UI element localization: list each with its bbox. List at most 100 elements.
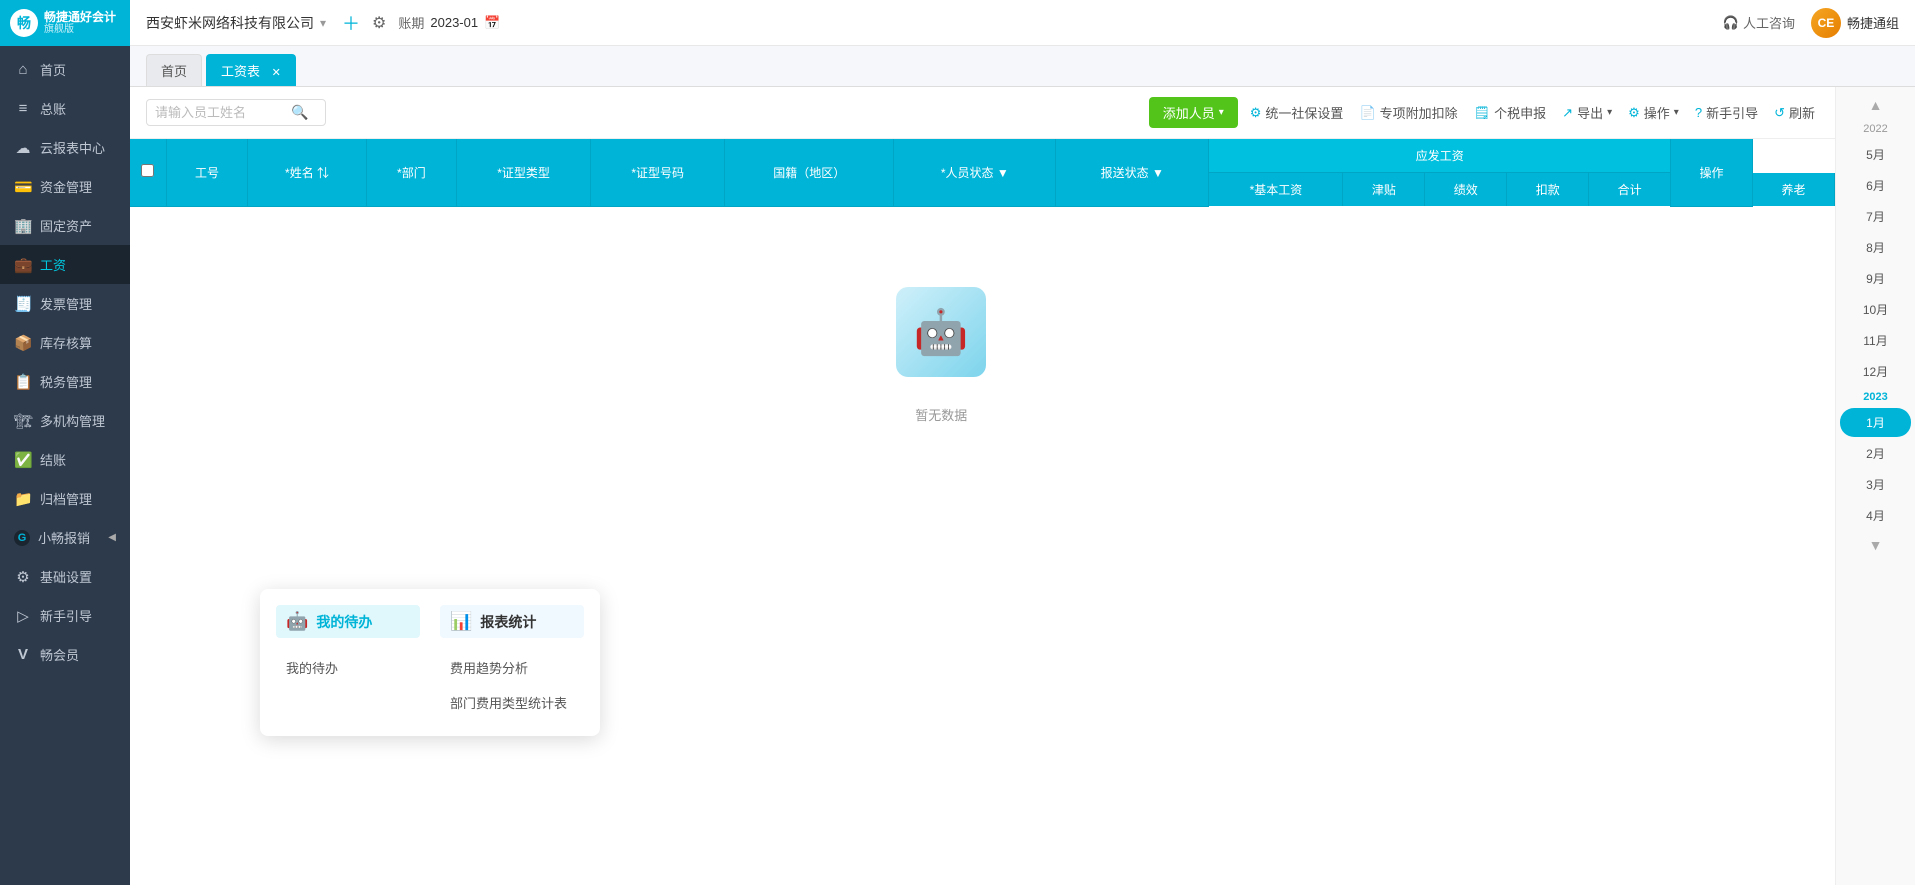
search-icon[interactable]: 🔍: [291, 104, 308, 121]
close-tab-icon[interactable]: ✕: [272, 67, 281, 79]
popup-report-item-2[interactable]: 部门费用类型统计表: [440, 685, 584, 720]
sidebar-item-guide[interactable]: ▷ 新手引导: [0, 596, 130, 635]
calendar-month-10[interactable]: 10月: [1840, 295, 1911, 324]
refresh-icon: ↺: [1774, 105, 1785, 121]
sidebar-item-archive[interactable]: 📁 归档管理: [0, 479, 130, 518]
tax-report-action[interactable]: 🗒 个税申报: [1470, 103, 1551, 122]
calendar-month-3[interactable]: 3月: [1840, 470, 1911, 499]
todo-icon: 🤖: [286, 611, 308, 632]
tax-icon: 📋: [14, 373, 32, 391]
period-selector: 账期 2023-01 📅: [398, 13, 500, 32]
tab-home[interactable]: 首页: [146, 54, 202, 86]
sidebar-item-label: 基础设置: [40, 567, 92, 586]
ledger-icon: ≡: [14, 100, 32, 117]
sidebar-item-label: 税务管理: [40, 372, 92, 391]
document-icon: 📄: [1359, 105, 1375, 121]
salary-icon: 💼: [14, 256, 32, 274]
company-selector[interactable]: 西安虾米网络科技有限公司 ▾: [146, 13, 326, 33]
th-operation: 操作: [1671, 139, 1753, 206]
sidebar-item-cloud-report[interactable]: ☁ 云报表中心: [0, 128, 130, 167]
calendar-icon[interactable]: 📅: [484, 15, 500, 31]
popup-report-item-1[interactable]: 费用趋势分析: [440, 650, 584, 685]
invoice-icon: 🧾: [14, 295, 32, 313]
add-person-button[interactable]: 添加人员 ▾: [1149, 97, 1238, 128]
home-icon: ⌂: [14, 61, 32, 78]
calendar-month-5[interactable]: 5月: [1840, 140, 1911, 169]
popup-todo-header[interactable]: 🤖 我的待办: [276, 605, 420, 638]
report-icon: G: [14, 530, 30, 546]
add-company-icon[interactable]: ＋: [342, 10, 360, 36]
fund-icon: 💳: [14, 178, 32, 196]
archive-icon: 📁: [14, 490, 32, 508]
guide-action[interactable]: ? 新手引导: [1691, 103, 1762, 122]
th-total: 合计: [1589, 173, 1671, 207]
refresh-action[interactable]: ↺ 刷新: [1770, 103, 1819, 122]
calendar-next-button[interactable]: ▼: [1867, 535, 1885, 555]
main-content: 西安虾米网络科技有限公司 ▾ ＋ ⚙ 账期 2023-01 📅 🎧 人工咨询 C…: [130, 0, 1915, 885]
th-nationality: 国籍（地区）: [725, 139, 894, 206]
th-report-status: 报送状态 ▼: [1056, 139, 1209, 206]
basic-icon: ⚙: [14, 568, 32, 586]
salary-table: 工号 *姓名 ⇅ *部门 *证型类型 *证型号码 国籍（地区） *人员状态 ▼ …: [130, 139, 1835, 504]
sidebar-item-ledger[interactable]: ≡ 总账: [0, 89, 130, 128]
popup-todo-item[interactable]: 我的待办: [276, 650, 420, 685]
th-allowance: 津贴: [1343, 173, 1425, 207]
topbar-right: 🎧 人工咨询 CE 畅捷通组: [1723, 8, 1899, 38]
popup-col-todo: 🤖 我的待办 我的待办: [276, 605, 420, 720]
sidebar-item-member[interactable]: V 畅会员: [0, 635, 130, 674]
settings-icon[interactable]: ⚙: [372, 13, 386, 33]
sidebar-item-label: 小畅报销: [38, 528, 90, 547]
sidebar-item-label: 畅会员: [40, 645, 79, 664]
calendar-month-6[interactable]: 6月: [1840, 171, 1911, 200]
sidebar-item-fund[interactable]: 💳 资金管理: [0, 167, 130, 206]
calendar-month-12[interactable]: 12月: [1840, 357, 1911, 386]
search-input[interactable]: [155, 105, 285, 120]
headset-icon: 🎧: [1723, 15, 1739, 31]
calendar-month-7[interactable]: 7月: [1840, 202, 1911, 231]
sidebar-item-tax[interactable]: 📋 税务管理: [0, 362, 130, 401]
sidebar-item-invoice[interactable]: 🧾 发票管理: [0, 284, 130, 323]
service-button[interactable]: 🎧 人工咨询: [1723, 13, 1795, 32]
sidebar: 畅 畅捷通好会计 旗舰版 ⌂ 首页 ≡ 总账 ☁ 云报表中心 💳 资金管理 🏢 …: [0, 0, 130, 885]
sidebar-item-label: 总账: [40, 99, 66, 118]
sidebar-item-label: 多机构管理: [40, 411, 105, 430]
operation-action[interactable]: ⚙ 操作 ▾: [1624, 103, 1683, 122]
calendar-month-8[interactable]: 8月: [1840, 233, 1911, 262]
calendar-panel: ▲ 2022 5月 6月 7月 8月 9月 10月 11月 12月 2023 1…: [1835, 87, 1915, 885]
popup-report-header[interactable]: 📊 报表统计: [440, 605, 584, 638]
tab-salary[interactable]: 工资表 ✕: [206, 54, 296, 86]
sidebar-item-salary[interactable]: 💼 工资: [0, 245, 130, 284]
user-menu[interactable]: CE 畅捷通组: [1811, 8, 1899, 38]
calendar-nav-up: ▲: [1836, 91, 1915, 119]
guide-icon: ▷: [14, 607, 32, 625]
inventory-icon: 📦: [14, 334, 32, 352]
th-id-type: *证型类型: [457, 139, 591, 206]
calendar-month-2[interactable]: 2月: [1840, 439, 1911, 468]
export-action[interactable]: ↗ 导出 ▾: [1558, 103, 1616, 122]
sidebar-item-label: 云报表中心: [40, 138, 105, 157]
sidebar-item-basic[interactable]: ⚙ 基础设置: [0, 557, 130, 596]
special-deduction-action[interactable]: 📄 专项附加扣除: [1355, 103, 1461, 122]
sidebar-item-label: 工资: [40, 255, 66, 274]
sidebar-item-report[interactable]: G 小畅报销 ◀: [0, 518, 130, 557]
sidebar-item-label: 发票管理: [40, 294, 92, 313]
sidebar-item-home[interactable]: ⌂ 首页: [0, 50, 130, 89]
sidebar-item-label: 结账: [40, 450, 66, 469]
sidebar-logo: 畅 畅捷通好会计 旗舰版: [0, 0, 130, 46]
calendar-nav-down: ▼: [1836, 531, 1915, 559]
calendar-prev-button[interactable]: ▲: [1867, 95, 1885, 115]
content-area: 🔍 添加人员 ▾ ⚙ 统一社保设置 📄 专项附加扣除: [130, 87, 1915, 885]
sidebar-item-assets[interactable]: 🏢 固定资产: [0, 206, 130, 245]
calendar-month-1[interactable]: 1月: [1840, 408, 1911, 437]
th-person-status: *人员状态 ▼: [894, 139, 1056, 206]
sidebar-item-settle[interactable]: ✅ 结账: [0, 440, 130, 479]
sidebar-item-inventory[interactable]: 📦 库存核算: [0, 323, 130, 362]
social-insurance-action[interactable]: ⚙ 统一社保设置: [1246, 103, 1348, 122]
salary-toolbar: 🔍 添加人员 ▾ ⚙ 统一社保设置 📄 专项附加扣除: [130, 87, 1835, 139]
calendar-month-11[interactable]: 11月: [1840, 326, 1911, 355]
company-name: 西安虾米网络科技有限公司: [146, 13, 314, 33]
calendar-month-9[interactable]: 9月: [1840, 264, 1911, 293]
sidebar-item-multi-org[interactable]: 🏗 多机构管理: [0, 401, 130, 440]
select-all-checkbox[interactable]: [141, 164, 154, 177]
calendar-month-4[interactable]: 4月: [1840, 501, 1911, 530]
